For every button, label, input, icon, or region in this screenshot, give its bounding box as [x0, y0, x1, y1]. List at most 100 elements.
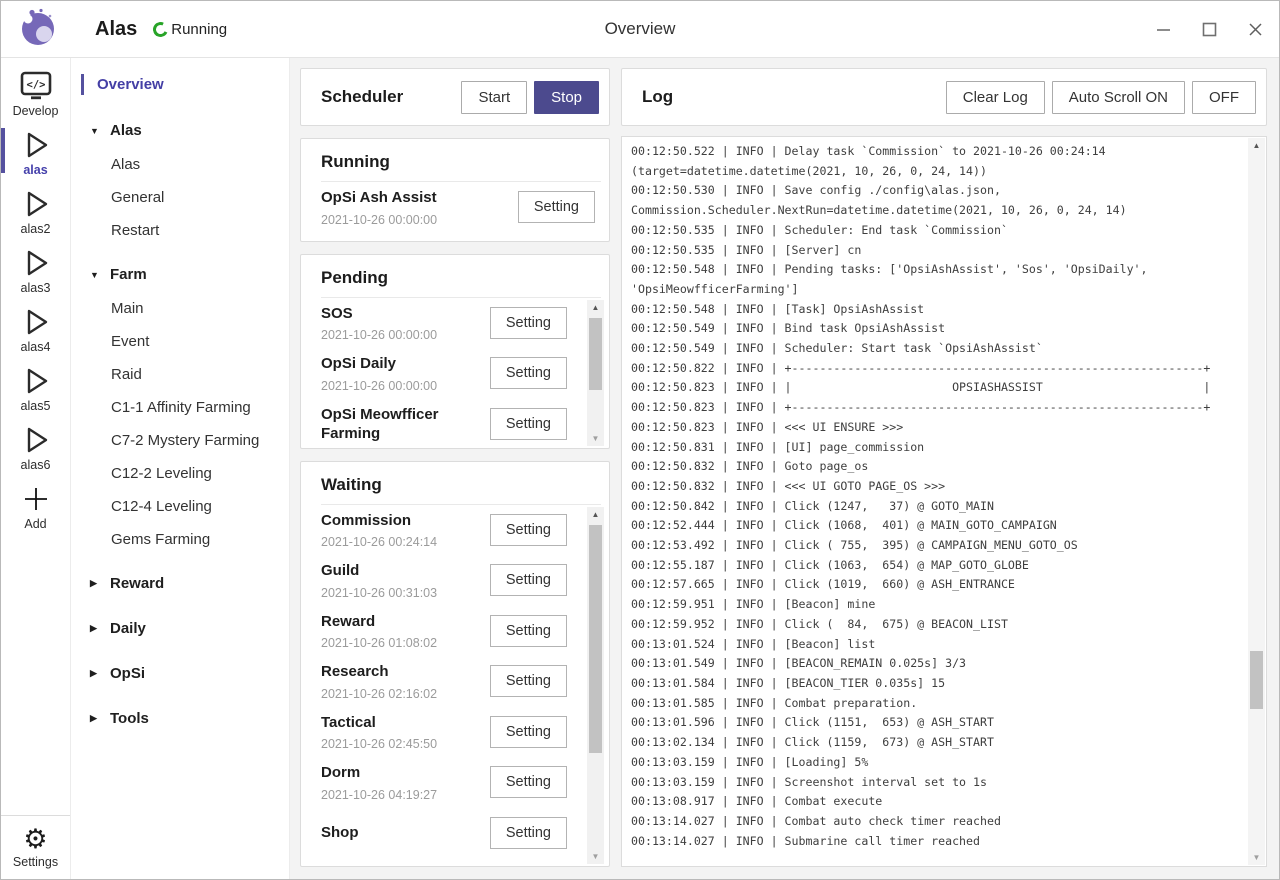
rail-item-alas6[interactable]: alas6 [1, 418, 70, 477]
menu-item-c1-1-affinity-farming[interactable]: C1-1 Affinity Farming [71, 391, 289, 424]
rail-item-alas[interactable]: alas [1, 123, 70, 182]
rail-item-add[interactable]: Add [1, 477, 70, 536]
menu-group-alas[interactable]: ▼Alas [71, 113, 289, 148]
task-name: Tactical [321, 713, 482, 733]
task-name: OpSi Daily [321, 354, 482, 374]
scroll-up-icon[interactable]: ▲ [587, 507, 604, 522]
task-name: Shop [321, 823, 482, 843]
log-line: 00:12:52.444 | INFO | Click (1068, 401) … [631, 516, 1236, 536]
title-bar: Alas Running Overview [1, 1, 1279, 58]
task-next-run-time: 2021-10-26 00:24:14 [321, 535, 482, 549]
task-next-run-time: 2021-10-26 00:00:00 [321, 379, 482, 393]
auto-scroll-off-button[interactable]: OFF [1192, 81, 1256, 114]
waiting-title: Waiting [301, 462, 609, 504]
setting-button[interactable]: Setting [490, 766, 567, 798]
window-controls [1155, 1, 1263, 57]
log-line: 00:13:01.585 | INFO | Combat preparation… [631, 694, 1236, 714]
content-area: Scheduler Start Stop Running OpSi Ash As… [290, 58, 1279, 879]
log-line: 00:12:50.842 | INFO | Click (1247, 37) @… [631, 497, 1236, 517]
setting-button[interactable]: Setting [490, 514, 567, 546]
play-icon [19, 128, 53, 162]
log-lines: 00:12:50.522 | INFO | Delay task `Commis… [622, 137, 1266, 857]
alas-logo-icon [17, 6, 59, 53]
close-button[interactable] [1247, 21, 1263, 37]
rail-item-label: Develop [13, 104, 59, 118]
menu-group-tools[interactable]: ▶Tools [71, 701, 289, 736]
task-next-run-time: 2021-10-26 02:16:02 [321, 687, 482, 701]
waiting-scrollbar[interactable]: ▲ ▼ [587, 507, 604, 865]
settings-label: Settings [13, 855, 58, 869]
scroll-down-icon[interactable]: ▼ [587, 431, 604, 446]
chevron-right-icon: ▶ [90, 623, 101, 634]
menu-item-restart[interactable]: Restart [71, 214, 289, 247]
log-column: Log Clear Log Auto Scroll ON OFF 00:12:5… [621, 68, 1267, 867]
stop-button[interactable]: Stop [534, 81, 599, 114]
play-icon [19, 187, 53, 221]
rail-item-develop[interactable]: </>Develop [1, 64, 70, 123]
menu-item-c12-2-leveling[interactable]: C12-2 Leveling [71, 457, 289, 490]
setting-button[interactable]: Setting [490, 716, 567, 748]
menu-group-label: Daily [110, 620, 146, 637]
setting-button[interactable]: Setting [518, 191, 595, 223]
menu-item-c7-2-mystery-farming[interactable]: C7-2 Mystery Farming [71, 424, 289, 457]
minimize-button[interactable] [1155, 21, 1171, 37]
setting-button[interactable]: Setting [490, 615, 567, 647]
scrollbar-thumb[interactable] [1250, 651, 1263, 709]
task-next-run-time: 2021-10-26 00:00:00 [321, 328, 482, 342]
settings-button[interactable]: ⚙ Settings [1, 815, 70, 879]
log-line: 00:12:50.823 | INFO | <<< UI ENSURE >>> [631, 418, 1236, 438]
maximize-button[interactable] [1201, 21, 1217, 37]
waiting-card: Waiting Commission2021-10-26 00:24:14Set… [300, 461, 610, 868]
pending-card: Pending SOS2021-10-26 00:00:00SettingOpS… [300, 254, 610, 449]
menu-item-gems-farming[interactable]: Gems Farming [71, 523, 289, 556]
log-line: 00:12:50.548 | INFO | [Task] OpsiAshAssi… [631, 300, 1236, 320]
menu-item-raid[interactable]: Raid [71, 358, 289, 391]
menu-item-event[interactable]: Event [71, 325, 289, 358]
scroll-down-icon[interactable]: ▼ [587, 849, 604, 864]
rail-item-label: alas4 [21, 340, 51, 354]
setting-button[interactable]: Setting [490, 357, 567, 389]
rail-item-label: alas2 [21, 222, 51, 236]
scheduler-title: Scheduler [321, 87, 454, 107]
log-line: 00:12:50.522 | INFO | Delay task `Commis… [631, 142, 1236, 162]
task-row-guild: Guild2021-10-26 00:31:03Setting [301, 555, 581, 606]
log-line: 00:13:14.027 | INFO | Submarine call tim… [631, 832, 1236, 852]
clear-log-button[interactable]: Clear Log [946, 81, 1045, 114]
task-row-opsi-meowfficer-farming: OpSi Meowfficer FarmingSetting [301, 399, 581, 448]
menu-item-main[interactable]: Main [71, 292, 289, 325]
play-icon [19, 423, 53, 457]
setting-button[interactable]: Setting [490, 817, 567, 849]
scheduler-card: Scheduler Start Stop [300, 68, 610, 126]
menu-group-reward[interactable]: ▶Reward [71, 566, 289, 601]
auto-scroll-on-button[interactable]: Auto Scroll ON [1052, 81, 1185, 114]
rail-item-alas5[interactable]: alas5 [1, 359, 70, 418]
setting-button[interactable]: Setting [490, 307, 567, 339]
setting-button[interactable]: Setting [490, 564, 567, 596]
chevron-down-icon: ▼ [90, 126, 101, 136]
pending-scrollbar[interactable]: ▲ ▼ [587, 300, 604, 446]
rail-item-alas4[interactable]: alas4 [1, 300, 70, 359]
menu-group-opsi[interactable]: ▶OpSi [71, 656, 289, 691]
log-scrollbar[interactable]: ▲ ▼ [1248, 138, 1265, 865]
rail-item-alas2[interactable]: alas2 [1, 182, 70, 241]
log-line: 00:12:57.665 | INFO | Click (1019, 660) … [631, 575, 1236, 595]
menu-group-label: Reward [110, 575, 164, 592]
start-button[interactable]: Start [461, 81, 527, 114]
rail-item-label: Add [24, 517, 46, 531]
menu-group-label: Tools [110, 710, 149, 727]
menu-item-alas[interactable]: Alas [71, 148, 289, 181]
setting-button[interactable]: Setting [490, 408, 567, 440]
scrollbar-thumb[interactable] [589, 318, 602, 390]
menu-item-general[interactable]: General [71, 181, 289, 214]
scroll-up-icon[interactable]: ▲ [1248, 138, 1265, 153]
menu-group-farm[interactable]: ▼Farm [71, 257, 289, 292]
menu-item-c12-4-leveling[interactable]: C12-4 Leveling [71, 490, 289, 523]
scroll-down-icon[interactable]: ▼ [1248, 850, 1265, 865]
setting-button[interactable]: Setting [490, 665, 567, 697]
rail-item-alas3[interactable]: alas3 [1, 241, 70, 300]
scrollbar-thumb[interactable] [589, 525, 602, 753]
menu-item-overview[interactable]: Overview [71, 66, 289, 103]
log-panel[interactable]: 00:12:50.522 | INFO | Delay task `Commis… [621, 136, 1267, 867]
menu-group-daily[interactable]: ▶ Daily [71, 611, 289, 646]
scroll-up-icon[interactable]: ▲ [587, 300, 604, 315]
